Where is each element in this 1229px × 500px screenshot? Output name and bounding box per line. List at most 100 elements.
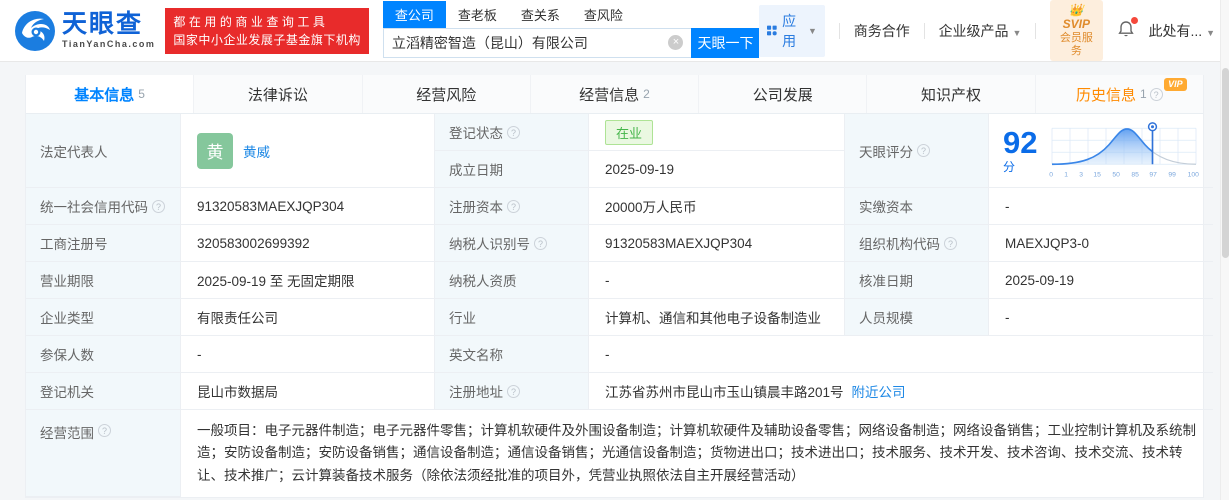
- search-input[interactable]: [392, 35, 669, 51]
- search-tabs: 查公司 查老板 查关系 查风险: [383, 4, 760, 28]
- reg-no-label: 工商注册号: [26, 225, 181, 262]
- score-value[interactable]: 92分: [989, 114, 1213, 188]
- est-date-label: 成立日期: [434, 151, 589, 188]
- search-tab-company[interactable]: 查公司: [383, 1, 446, 28]
- help-icon[interactable]: ?: [98, 424, 111, 437]
- help-icon[interactable]: ?: [152, 200, 165, 213]
- approval-date-label: 核准日期: [844, 262, 989, 299]
- reg-authority-value: 昆山市数据局: [181, 373, 434, 410]
- biz-scope-value: 一般项目：电子元器件制造；电子元器件零售；计算机软硬件及外围设备制造；计算机软硬…: [181, 410, 1213, 497]
- search-tab-boss[interactable]: 查老板: [446, 1, 509, 28]
- notification-bell[interactable]: [1117, 20, 1135, 41]
- biz-term-value: 2025-09-19 至 无固定期限: [181, 262, 434, 299]
- english-name-value: -: [589, 336, 1213, 373]
- org-code-label: 组织机构代码?: [844, 225, 989, 262]
- legal-rep-value: 黄 黄威: [181, 114, 434, 188]
- detail-tabbar: 基本信息5 法律诉讼 经营风险 经营信息 2 公司发展 知识产权 VIP 历史信息…: [26, 75, 1203, 114]
- tianyancha-eye-icon: [14, 10, 56, 52]
- org-code-value: MAEXJQP3-0: [989, 225, 1213, 262]
- tianyancha-logo[interactable]: 天眼查 TianYanCha.com: [14, 10, 155, 52]
- apps-menu[interactable]: 应用 ▼: [759, 5, 824, 57]
- address-text: 江苏省苏州市昆山市玉山镇晨丰路201号: [605, 381, 844, 401]
- svip-sublabel: 会员服务: [1058, 32, 1094, 58]
- brand-slogan: 都在用的商业查询工具 国家中小企业发展子基金旗下机构: [165, 8, 369, 54]
- divider: [924, 23, 925, 39]
- search-input-box: ×: [383, 28, 692, 58]
- reg-capital-value: 20000万人民币: [589, 188, 844, 225]
- help-icon[interactable]: ?: [507, 200, 520, 213]
- apps-grid-icon: [767, 24, 777, 37]
- brand-name: 天眼查: [62, 12, 155, 37]
- uscc-value: 91320583MAEXJQP304: [181, 188, 434, 225]
- industry-label: 行业: [434, 299, 589, 336]
- uscc-label: 统一社会信用代码?: [26, 188, 181, 225]
- page-gap: [0, 62, 1229, 75]
- tab-label: 经营风险: [416, 84, 476, 105]
- legal-rep-link[interactable]: 黄威: [243, 141, 270, 161]
- svip-member-button[interactable]: 👑SVIP 会员服务: [1050, 0, 1102, 61]
- account-menu[interactable]: 此处有... ▼: [1149, 21, 1215, 41]
- brand-domain: TianYanCha.com: [62, 40, 155, 49]
- help-icon[interactable]: ?: [534, 237, 547, 250]
- clear-search-icon[interactable]: ×: [668, 35, 683, 50]
- chevron-down-icon: ▼: [1012, 28, 1021, 38]
- reg-authority-label: 登记机关: [26, 373, 181, 410]
- scrollbar-thumb[interactable]: [1222, 68, 1229, 258]
- score-number: 92: [1003, 125, 1037, 160]
- reg-address-label: 注册地址?: [434, 373, 589, 410]
- slogan-line1: 都在用的商业查询工具: [173, 13, 361, 31]
- company-detail-card: 基本信息5 法律诉讼 经营风险 经营信息 2 公司发展 知识产权 VIP 历史信息…: [25, 75, 1204, 498]
- tab-intellectual-property[interactable]: 知识产权: [867, 75, 1035, 113]
- nav-enterprise[interactable]: 企业级产品 ▼: [939, 21, 1022, 41]
- nearby-companies-link[interactable]: 附近公司: [852, 381, 906, 401]
- insured-count-value: -: [181, 336, 434, 373]
- tab-company-development[interactable]: 公司发展: [699, 75, 867, 113]
- tab-label: 基本信息: [74, 84, 134, 105]
- page-scrollbar[interactable]: [1220, 0, 1229, 500]
- score-unit: 分: [1003, 160, 1015, 174]
- paid-capital-value: -: [989, 188, 1213, 225]
- est-date-value: 2025-09-19: [589, 151, 844, 188]
- company-type-label: 企业类型: [26, 299, 181, 336]
- svip-label: 👑SVIP: [1058, 3, 1094, 32]
- tab-count: 2: [643, 87, 650, 101]
- tab-operation-info[interactable]: 经营信息 2: [531, 75, 699, 113]
- help-icon[interactable]: ?: [507, 126, 520, 139]
- search-tab-risk[interactable]: 查风险: [572, 1, 635, 28]
- help-icon[interactable]: ?: [917, 144, 930, 157]
- tab-label: 经营信息: [579, 84, 639, 105]
- vip-badge: VIP: [1164, 78, 1187, 91]
- tab-operation-risk[interactable]: 经营风险: [363, 75, 531, 113]
- help-icon[interactable]: ?: [507, 385, 520, 398]
- score-label: 天眼评分?: [844, 114, 989, 188]
- paid-capital-label: 实缴资本: [844, 188, 989, 225]
- chevron-down-icon: ▼: [1206, 28, 1215, 38]
- search-button[interactable]: 天眼一下: [691, 28, 759, 58]
- reg-address-value: 江苏省苏州市昆山市玉山镇晨丰路201号 附近公司: [589, 373, 1213, 410]
- account-label: 此处有...: [1149, 23, 1203, 39]
- tab-legal-litigation[interactable]: 法律诉讼: [194, 75, 362, 113]
- tab-basic-info[interactable]: 基本信息5: [26, 75, 194, 113]
- help-icon[interactable]: ?: [944, 237, 957, 250]
- slogan-line2: 国家中小企业发展子基金旗下机构: [173, 31, 361, 49]
- reg-capital-label: 注册资本?: [434, 188, 589, 225]
- staff-size-value: -: [989, 299, 1213, 336]
- score-distribution-chart: 0131550859799100: [1049, 122, 1199, 179]
- company-type-value: 有限责任公司: [181, 299, 434, 336]
- tab-label: 知识产权: [921, 84, 981, 105]
- help-icon[interactable]: ?: [1150, 88, 1163, 101]
- legal-rep-label: 法定代表人: [26, 114, 181, 188]
- taxpayer-quali-value: -: [589, 262, 844, 299]
- tab-history-info[interactable]: VIP 历史信息1 ?: [1036, 75, 1203, 113]
- tab-label: 公司发展: [753, 84, 813, 105]
- nav-cooperation[interactable]: 商务合作: [854, 21, 910, 41]
- header-nav: 应用 ▼ 商务合作 企业级产品 ▼ 👑SVIP 会员服务 此处有... ▼: [759, 0, 1215, 61]
- taxpayer-id-value: 91320583MAEXJQP304: [589, 225, 844, 262]
- search-tab-relation[interactable]: 查关系: [509, 1, 572, 28]
- divider: [839, 23, 840, 39]
- taxpayer-quali-label: 纳税人资质: [434, 262, 589, 299]
- status-badge: 在业: [605, 120, 653, 145]
- avatar[interactable]: 黄: [197, 133, 233, 169]
- nav-enterprise-label: 企业级产品: [939, 23, 1009, 39]
- top-header: 天眼查 TianYanCha.com 都在用的商业查询工具 国家中小企业发展子基…: [0, 0, 1229, 62]
